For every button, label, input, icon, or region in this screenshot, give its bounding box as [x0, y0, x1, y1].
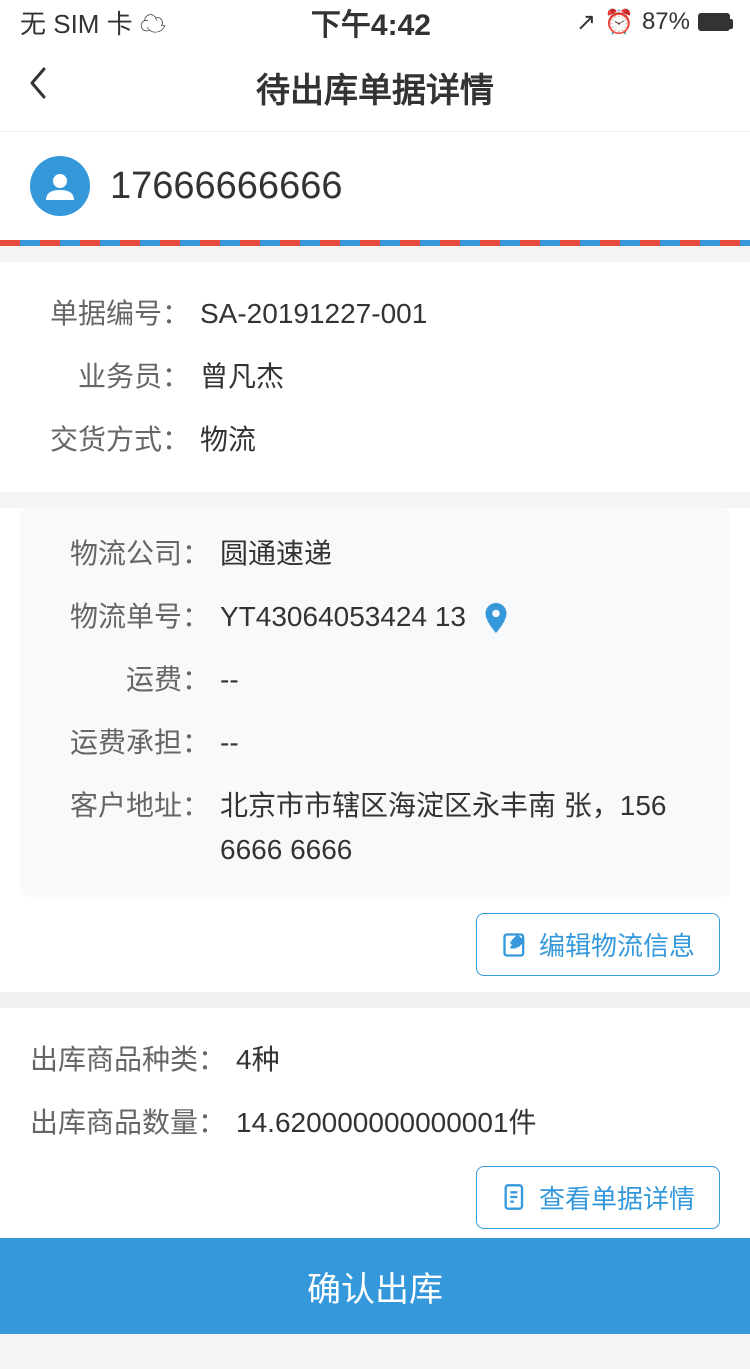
dashed-divider [0, 240, 750, 246]
address-row: 客户地址： 北京市市辖区海淀区永丰南 张，156 6666 6666 [50, 784, 700, 874]
section-divider [0, 992, 750, 1008]
logistics-company-row: 物流公司： 圆通速递 [50, 532, 700, 577]
product-quantity-row: 出库商品数量： 14.620000000000001件 [30, 1101, 720, 1146]
delivery-method-value: 物流 [200, 418, 720, 463]
back-button[interactable] [24, 61, 52, 115]
product-quantity-label: 出库商品数量： [30, 1101, 226, 1146]
location-icon-small: ↗ [576, 8, 596, 37]
confirm-button-label: 确认出库 [307, 1262, 443, 1311]
status-time: 下午4:42 [311, 0, 431, 44]
document-number-label: 单据编号： [30, 292, 190, 337]
logistics-company-label: 物流公司： [50, 532, 210, 577]
freight-value: -- [220, 658, 700, 703]
logistics-company-value: 圆通速递 [220, 532, 700, 577]
product-types-row: 出库商品种类： 4种 [30, 1038, 720, 1083]
delivery-method-row: 交货方式： 物流 [30, 418, 720, 463]
logistics-card: 物流公司： 圆通速递 物流单号： YT43064053424 13 运费： --… [20, 508, 730, 897]
nav-bar: 待出库单据详情 [0, 44, 750, 132]
page-title: 待出库单据详情 [256, 63, 494, 112]
sim-text: 无 SIM 卡 ☁ [20, 4, 166, 41]
status-right: ↗ ⏰ 87% [576, 8, 730, 37]
document-number-row: 单据编号： SA-20191227-001 [30, 292, 720, 337]
freight-label: 运费： [50, 658, 210, 703]
alarm-icon: ⏰ [604, 8, 634, 37]
product-types-label: 出库商品种类： [30, 1038, 226, 1083]
address-value: 北京市市辖区海淀区永丰南 张，156 6666 6666 [220, 784, 700, 874]
freight-bearer-value: -- [220, 721, 700, 766]
location-icon[interactable] [478, 600, 514, 636]
battery-text: 87% [642, 8, 690, 36]
document-number-value: SA-20191227-001 [200, 292, 720, 337]
tracking-number-row: 物流单号： YT43064053424 13 [50, 595, 700, 640]
customer-header: 17666666666 [0, 132, 750, 240]
summary-section: 出库商品种类： 4种 出库商品数量： 14.620000000000001件 查… [0, 1008, 750, 1249]
view-detail-button[interactable]: 查看单据详情 [476, 1166, 720, 1229]
basic-info-section: 单据编号： SA-20191227-001 业务员： 曾凡杰 交货方式： 物流 [0, 262, 750, 492]
freight-bearer-row: 运费承担： -- [50, 721, 700, 766]
address-label: 客户地址： [50, 784, 210, 829]
edit-logistics-button[interactable]: 编辑物流信息 [476, 913, 720, 976]
confirm-button[interactable]: 确认出库 [0, 1238, 750, 1334]
delivery-method-label: 交货方式： [30, 418, 190, 463]
product-quantity-value: 14.620000000000001件 [236, 1101, 720, 1146]
status-bar: 无 SIM 卡 ☁ 下午4:42 ↗ ⏰ 87% [0, 0, 750, 44]
edit-icon [501, 931, 529, 959]
battery-icon [698, 13, 730, 31]
edit-btn-row: 编辑物流信息 [0, 897, 750, 992]
sales-person-value: 曾凡杰 [200, 355, 720, 400]
view-detail-label: 查看单据详情 [539, 1179, 695, 1216]
freight-row: 运费： -- [50, 658, 700, 703]
avatar [30, 156, 90, 216]
sales-person-label: 业务员： [30, 355, 190, 400]
document-icon [501, 1183, 529, 1211]
status-left: 无 SIM 卡 ☁ [20, 4, 166, 41]
customer-phone: 17666666666 [110, 165, 342, 208]
edit-logistics-label: 编辑物流信息 [539, 926, 695, 963]
tracking-number-value: YT43064053424 13 [220, 595, 700, 640]
freight-bearer-label: 运费承担： [50, 721, 210, 766]
product-types-value: 4种 [236, 1038, 720, 1083]
tracking-number-label: 物流单号： [50, 595, 210, 640]
sales-person-row: 业务员： 曾凡杰 [30, 355, 720, 400]
